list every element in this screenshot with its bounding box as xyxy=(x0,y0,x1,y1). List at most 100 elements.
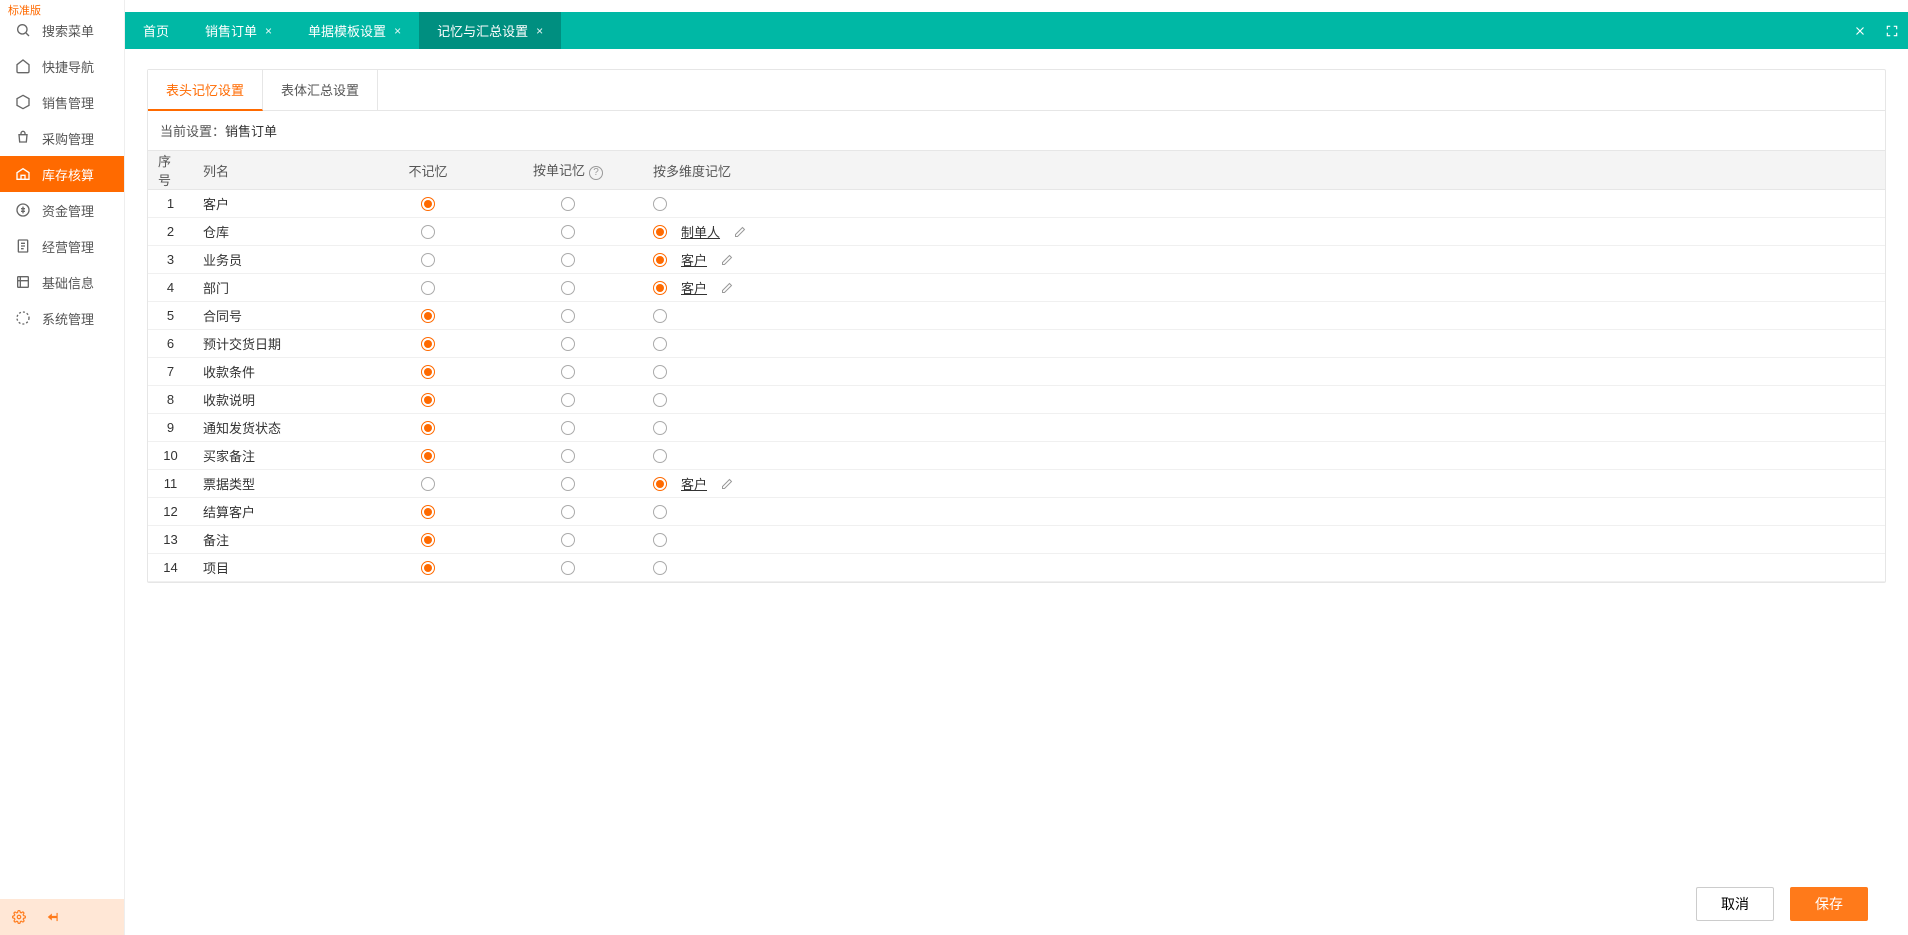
radio-by-dim[interactable] xyxy=(653,281,667,295)
dim-link[interactable]: 客户 xyxy=(681,474,707,493)
radio-no-memory[interactable] xyxy=(421,253,435,267)
edit-icon[interactable] xyxy=(734,226,746,238)
radio-by-order[interactable] xyxy=(561,309,575,323)
radio-by-dim[interactable] xyxy=(653,197,667,211)
sidebar-item-5[interactable]: 资金管理 xyxy=(0,192,124,228)
cell-r1 xyxy=(363,498,493,526)
radio-by-order[interactable] xyxy=(561,533,575,547)
radio-by-order[interactable] xyxy=(561,365,575,379)
radio-no-memory[interactable] xyxy=(421,337,435,351)
sidebar-item-0[interactable]: 搜索菜单 xyxy=(0,12,124,48)
table-row: 6预计交货日期 xyxy=(148,330,1885,358)
radio-by-dim[interactable] xyxy=(653,449,667,463)
radio-no-memory[interactable] xyxy=(421,281,435,295)
cell-name: 备注 xyxy=(193,526,363,554)
sidebar-item-3[interactable]: 采购管理 xyxy=(0,120,124,156)
radio-no-memory[interactable] xyxy=(421,309,435,323)
radio-no-memory[interactable] xyxy=(421,561,435,575)
radio-by-order[interactable] xyxy=(561,393,575,407)
sidebar-item-8[interactable]: 系统管理 xyxy=(0,300,124,336)
main: 首页销售订单×单据模板设置×记忆与汇总设置× 表头记忆设置表体汇总设置 当前设置… xyxy=(125,0,1908,935)
radio-by-order[interactable] xyxy=(561,421,575,435)
radio-by-dim[interactable] xyxy=(653,309,667,323)
radio-no-memory[interactable] xyxy=(421,225,435,239)
table-row: 14项目 xyxy=(148,554,1885,582)
gear-icon[interactable] xyxy=(12,910,26,924)
cell-r2 xyxy=(493,358,643,386)
radio-by-order[interactable] xyxy=(561,197,575,211)
radio-no-memory[interactable] xyxy=(421,421,435,435)
close-icon[interactable]: × xyxy=(265,24,272,38)
tab-2[interactable]: 单据模板设置× xyxy=(290,12,419,49)
edit-icon[interactable] xyxy=(721,478,733,490)
radio-by-dim[interactable] xyxy=(653,533,667,547)
sidebar-item-1[interactable]: 快捷导航 xyxy=(0,48,124,84)
radio-by-dim[interactable] xyxy=(653,365,667,379)
cell-r1 xyxy=(363,470,493,498)
tab-0[interactable]: 首页 xyxy=(125,12,187,49)
radio-no-memory[interactable] xyxy=(421,477,435,491)
inner-tab-1[interactable]: 表体汇总设置 xyxy=(263,70,378,110)
dim-link[interactable]: 客户 xyxy=(681,250,707,269)
radio-by-order[interactable] xyxy=(561,253,575,267)
radio-by-order[interactable] xyxy=(561,337,575,351)
cell-r3 xyxy=(643,498,1885,526)
radio-by-order[interactable] xyxy=(561,225,575,239)
cancel-button[interactable]: 取消 xyxy=(1696,887,1774,921)
cell-idx: 6 xyxy=(148,330,193,358)
radio-no-memory[interactable] xyxy=(421,197,435,211)
radio-by-order[interactable] xyxy=(561,561,575,575)
edit-icon[interactable] xyxy=(721,254,733,266)
cell-idx: 5 xyxy=(148,302,193,330)
dim-link[interactable]: 客户 xyxy=(681,278,707,297)
table-row: 13备注 xyxy=(148,526,1885,554)
tab-3[interactable]: 记忆与汇总设置× xyxy=(419,12,561,49)
radio-by-dim[interactable] xyxy=(653,505,667,519)
fullscreen-icon[interactable] xyxy=(1876,12,1908,49)
cell-r3 xyxy=(643,330,1885,358)
radio-by-dim[interactable] xyxy=(653,253,667,267)
edit-icon[interactable] xyxy=(721,282,733,294)
inner-tab-0[interactable]: 表头记忆设置 xyxy=(148,70,263,111)
radio-by-dim[interactable] xyxy=(653,561,667,575)
cell-name: 收款条件 xyxy=(193,358,363,386)
cell-r1 xyxy=(363,526,493,554)
table-row: 9通知发货状态 xyxy=(148,414,1885,442)
collapse-icon[interactable] xyxy=(46,910,60,924)
radio-by-dim[interactable] xyxy=(653,477,667,491)
radio-no-memory[interactable] xyxy=(421,449,435,463)
sidebar-item-4[interactable]: 库存核算 xyxy=(0,156,124,192)
col-by-order: 按单记忆? xyxy=(493,151,643,190)
sidebar: 标准版 搜索菜单快捷导航销售管理采购管理库存核算资金管理经营管理基础信息系统管理 xyxy=(0,0,125,935)
radio-no-memory[interactable] xyxy=(421,393,435,407)
sidebar-item-label: 库存核算 xyxy=(42,165,94,184)
sidebar-item-2[interactable]: 销售管理 xyxy=(0,84,124,120)
save-button[interactable]: 保存 xyxy=(1790,887,1868,921)
cell-r2 xyxy=(493,246,643,274)
close-icon[interactable]: × xyxy=(536,24,543,38)
tab-1[interactable]: 销售订单× xyxy=(187,12,290,49)
cell-name: 票据类型 xyxy=(193,470,363,498)
radio-by-order[interactable] xyxy=(561,505,575,519)
money-icon xyxy=(14,201,32,219)
cell-name: 通知发货状态 xyxy=(193,414,363,442)
radio-by-dim[interactable] xyxy=(653,421,667,435)
cell-name: 客户 xyxy=(193,190,363,218)
cell-r3 xyxy=(643,358,1885,386)
radio-no-memory[interactable] xyxy=(421,505,435,519)
radio-by-dim[interactable] xyxy=(653,393,667,407)
help-icon[interactable]: ? xyxy=(589,166,603,180)
radio-by-dim[interactable] xyxy=(653,337,667,351)
sidebar-item-6[interactable]: 经营管理 xyxy=(0,228,124,264)
close-all-icon[interactable] xyxy=(1844,12,1876,49)
radio-by-order[interactable] xyxy=(561,281,575,295)
dim-link[interactable]: 制单人 xyxy=(681,222,720,241)
close-icon[interactable]: × xyxy=(394,24,401,38)
cell-r3 xyxy=(643,190,1885,218)
radio-by-order[interactable] xyxy=(561,477,575,491)
sidebar-item-7[interactable]: 基础信息 xyxy=(0,264,124,300)
radio-no-memory[interactable] xyxy=(421,365,435,379)
radio-no-memory[interactable] xyxy=(421,533,435,547)
radio-by-dim[interactable] xyxy=(653,225,667,239)
radio-by-order[interactable] xyxy=(561,449,575,463)
